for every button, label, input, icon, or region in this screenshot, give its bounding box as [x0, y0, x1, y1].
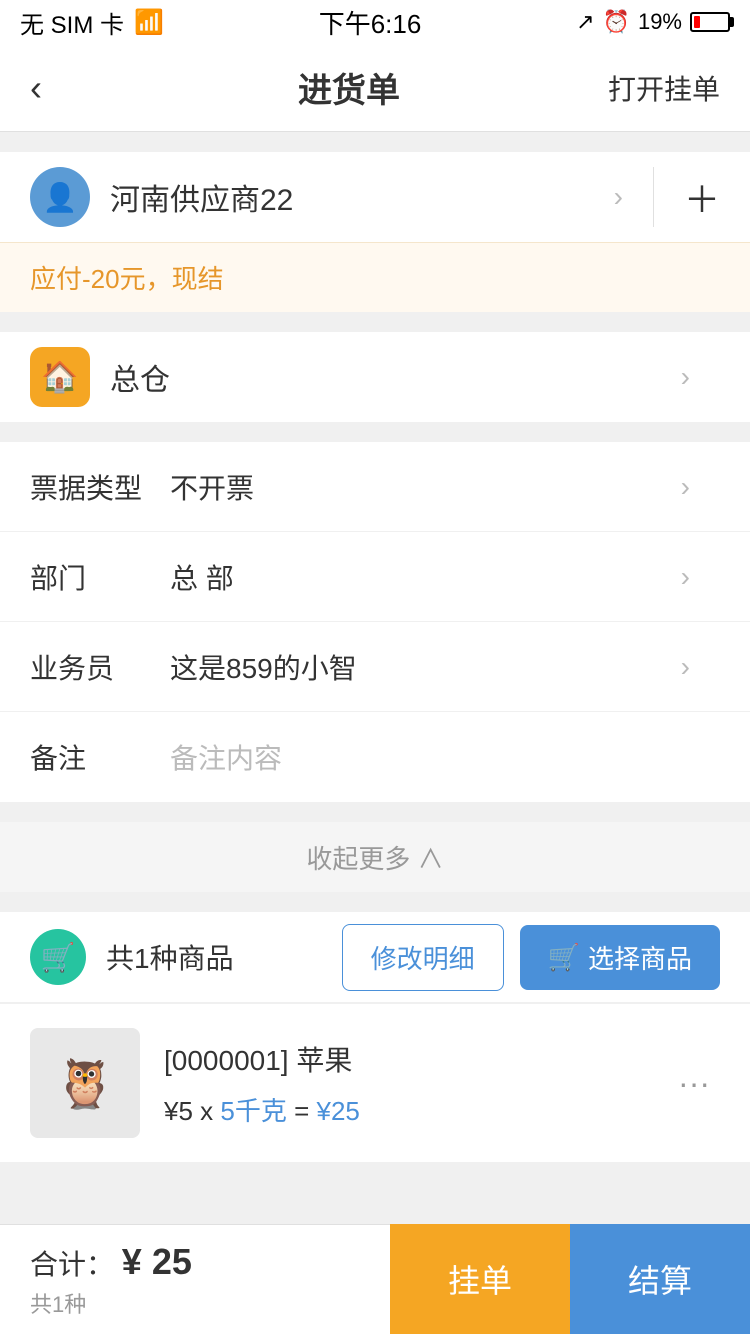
form-section: 票据类型 不开票 › 部门 总 部 › 业务员 这是859的小智 › 备注 备注… [0, 442, 750, 802]
products-header: 🛒 共1种商品 修改明细 🛒 选择商品 [0, 912, 750, 1002]
location-icon: ↗ [576, 9, 594, 35]
product-total: ¥25 [317, 1096, 360, 1126]
payment-notice: 应付-20元，现结 [0, 242, 750, 312]
warehouse-name: 总仓 [110, 355, 681, 399]
product-name: [0000001] 苹果 [164, 1039, 668, 1079]
department-label: 部门 [30, 557, 150, 597]
wifi-icon: 📶 [134, 8, 164, 37]
gap-1 [0, 132, 750, 152]
product-multiply: x [200, 1096, 220, 1126]
edit-details-button[interactable]: 修改明细 [342, 924, 504, 991]
remark-placeholder: 备注内容 [150, 737, 720, 777]
cart-icon: 🛒 [41, 941, 76, 974]
supplier-divider [653, 167, 654, 227]
select-product-label: 选择商品 [588, 939, 692, 976]
back-button[interactable]: ‹ [30, 67, 90, 109]
page-title: 进货单 [298, 63, 400, 112]
products-icon: 🛒 [30, 929, 86, 985]
salesperson-value: 这是859的小智 [150, 647, 681, 687]
battery-percent: 19% [638, 9, 682, 35]
salesperson-row[interactable]: 业务员 这是859的小智 › [0, 622, 750, 712]
salesperson-label: 业务员 [30, 647, 150, 687]
supplier-chevron-icon: › [614, 181, 623, 213]
product-more-button[interactable]: ··· [668, 1055, 720, 1112]
remark-row[interactable]: 备注 备注内容 [0, 712, 750, 802]
product-quantity: 5千克 [220, 1096, 286, 1126]
product-item: 🦉 [0000001] 苹果 ¥5 x 5千克 = ¥25 ··· [0, 1004, 750, 1162]
warehouse-chevron-icon: › [681, 361, 690, 393]
product-code: [0000001] [164, 1045, 289, 1076]
supplier-name: 河南供应商22 [110, 175, 614, 219]
status-left: 无 SIM 卡 📶 [20, 5, 164, 40]
warehouse-section[interactable]: 🏠 总仓 › [0, 332, 750, 422]
products-count: 共1种商品 [106, 937, 342, 977]
select-product-icon: 🛒 [548, 942, 580, 973]
supplier-avatar: 👤 [30, 167, 90, 227]
department-row[interactable]: 部门 总 部 › [0, 532, 750, 622]
hang-order-button[interactable]: 挂单 [390, 1224, 570, 1334]
department-value: 总 部 [150, 557, 681, 597]
product-equals: = [294, 1096, 316, 1126]
footer-total-label: 合计： [30, 1249, 114, 1280]
invoice-type-label: 票据类型 [30, 467, 150, 507]
footer-total-main: 合计： ¥ 25 [30, 1241, 360, 1283]
footer-total: 合计： ¥ 25 共1种 [0, 1224, 390, 1334]
checkout-button[interactable]: 结算 [570, 1224, 750, 1334]
salesperson-chevron-icon: › [681, 651, 690, 683]
carrier-text: 无 SIM 卡 [20, 5, 124, 40]
nav-bar: ‹ 进货单 打开挂单 [0, 44, 750, 132]
alarm-icon: ⏰ [603, 9, 630, 35]
product-unit-price: ¥5 [164, 1096, 193, 1126]
collapse-button[interactable]: 收起更多 ∧ [0, 822, 750, 892]
product-thumb-icon: 🦉 [55, 1055, 115, 1112]
product-thumbnail: 🦉 [30, 1028, 140, 1138]
add-supplier-button[interactable]: ＋ [684, 171, 720, 223]
department-chevron-icon: › [681, 561, 690, 593]
warehouse-icon: 🏠 [30, 347, 90, 407]
product-price: ¥5 x 5千克 = ¥25 [164, 1091, 668, 1128]
footer: 合计： ¥ 25 共1种 挂单 结算 [0, 1224, 750, 1334]
supplier-avatar-icon: 👤 [43, 181, 78, 214]
product-info: [0000001] 苹果 ¥5 x 5千克 = ¥25 [164, 1039, 668, 1128]
supplier-section[interactable]: 👤 河南供应商22 › ＋ [0, 152, 750, 242]
open-hang-button[interactable]: 打开挂单 [608, 68, 720, 108]
invoice-type-value: 不开票 [150, 467, 681, 507]
battery-icon [690, 12, 730, 32]
invoice-type-row[interactable]: 票据类型 不开票 › [0, 442, 750, 532]
footer-total-sub: 共1种 [30, 1287, 360, 1319]
select-product-button[interactable]: 🛒 选择商品 [520, 925, 720, 990]
time-display: 下午6:16 [319, 4, 422, 41]
remark-label: 备注 [30, 737, 150, 777]
footer-total-amount: ¥ 25 [122, 1241, 192, 1282]
product-title: 苹果 [296, 1045, 352, 1076]
status-bar: 无 SIM 卡 📶 下午6:16 ↗ ⏰ 19% [0, 0, 750, 44]
battery-fill [694, 16, 700, 28]
status-right: ↗ ⏰ 19% [576, 9, 730, 35]
invoice-type-chevron-icon: › [681, 471, 690, 503]
